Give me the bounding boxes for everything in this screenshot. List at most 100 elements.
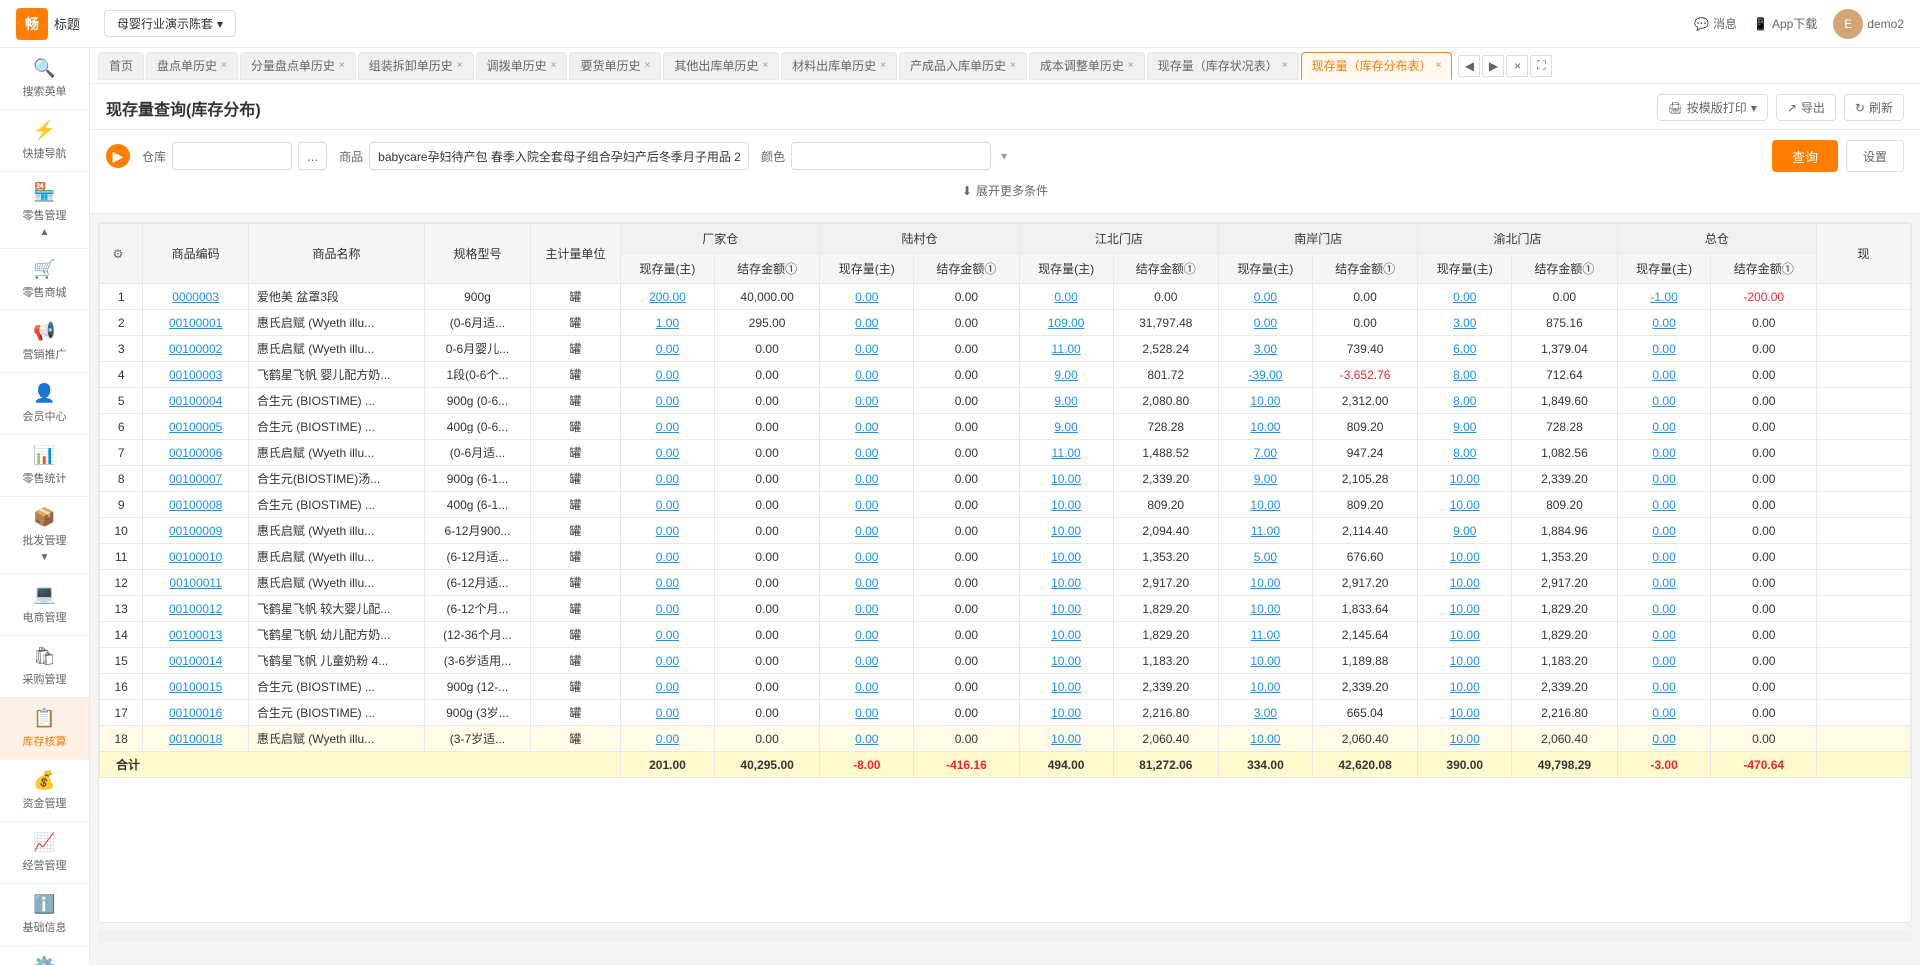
cell-jb-qty[interactable]: 0.00: [1019, 284, 1113, 310]
cell-yb-qty[interactable]: 10.00: [1418, 570, 1512, 596]
cell-code[interactable]: 00100012: [143, 596, 249, 622]
cell-na-qty[interactable]: 3.00: [1219, 700, 1313, 726]
sidebar-item-finance[interactable]: 💰 资金管理: [0, 760, 89, 822]
cell-yb-qty[interactable]: 0.00: [1418, 284, 1512, 310]
cell-na-qty[interactable]: 0.00: [1219, 310, 1313, 336]
settings-icon[interactable]: ⚙: [108, 244, 128, 264]
cell-code[interactable]: 00100005: [143, 414, 249, 440]
cell-yb-qty[interactable]: 9.00: [1418, 414, 1512, 440]
cell-total-qty[interactable]: 0.00: [1617, 648, 1711, 674]
cell-fj-qty[interactable]: 0.00: [621, 648, 715, 674]
cell-yb-qty[interactable]: 10.00: [1418, 674, 1512, 700]
refresh-btn[interactable]: ↻ 刷新: [1844, 94, 1904, 121]
goods-input[interactable]: [369, 142, 749, 170]
sidebar-item-ecom[interactable]: 💻 电商管理: [0, 574, 89, 636]
cell-total-qty[interactable]: 0.00: [1617, 362, 1711, 388]
sidebar-item-member[interactable]: 👤 会员中心: [0, 373, 89, 435]
cell-code[interactable]: 00100014: [143, 648, 249, 674]
cell-lc-qty[interactable]: 0.00: [820, 466, 914, 492]
store-selector[interactable]: 母婴行业演示陈套 ▾: [104, 10, 236, 37]
warehouse-browse-btn[interactable]: ...: [298, 142, 327, 170]
sidebar-item-system[interactable]: ⚙️ 系统管理: [0, 946, 89, 965]
cell-code[interactable]: 00100018: [143, 726, 249, 752]
tab-assemble[interactable]: 组装拆卸单历史 ×: [358, 52, 474, 80]
sidebar-item-basic[interactable]: ℹ️ 基础信息: [0, 884, 89, 946]
cell-jb-qty[interactable]: 9.00: [1019, 388, 1113, 414]
cell-yb-qty[interactable]: 10.00: [1418, 544, 1512, 570]
cell-na-qty[interactable]: -39.00: [1219, 362, 1313, 388]
sidebar-item-marketing[interactable]: 📢 营销推广: [0, 311, 89, 373]
cell-lc-qty[interactable]: 0.00: [820, 622, 914, 648]
sidebar-item-operation[interactable]: 📈 经营管理: [0, 822, 89, 884]
cell-jb-qty[interactable]: 9.00: [1019, 362, 1113, 388]
cell-fj-qty[interactable]: 0.00: [621, 336, 715, 362]
sidebar-item-nav[interactable]: ⚡ 快捷导航: [0, 110, 89, 172]
cell-lc-qty[interactable]: 0.00: [820, 518, 914, 544]
cell-lc-qty[interactable]: 0.00: [820, 544, 914, 570]
cell-na-qty[interactable]: 10.00: [1219, 596, 1313, 622]
cell-code[interactable]: 00100007: [143, 466, 249, 492]
cell-na-qty[interactable]: 10.00: [1219, 726, 1313, 752]
cell-yb-qty[interactable]: 8.00: [1418, 362, 1512, 388]
tab-material-out[interactable]: 材料出库单历史 ×: [781, 52, 897, 80]
cell-jb-qty[interactable]: 109.00: [1019, 310, 1113, 336]
cell-na-qty[interactable]: 10.00: [1219, 414, 1313, 440]
tab-close-icon[interactable]: ×: [1010, 60, 1016, 71]
cell-lc-qty[interactable]: 0.00: [820, 570, 914, 596]
cell-code[interactable]: 00100008: [143, 492, 249, 518]
cell-lc-qty[interactable]: 0.00: [820, 336, 914, 362]
cell-jb-qty[interactable]: 10.00: [1019, 596, 1113, 622]
cell-yb-qty[interactable]: 10.00: [1418, 466, 1512, 492]
cell-code[interactable]: 00100013: [143, 622, 249, 648]
cell-yb-qty[interactable]: 10.00: [1418, 492, 1512, 518]
settings-btn[interactable]: 设置: [1846, 140, 1904, 172]
cell-fj-qty[interactable]: 0.00: [621, 388, 715, 414]
cell-total-qty[interactable]: 0.00: [1617, 596, 1711, 622]
cell-code[interactable]: 00100004: [143, 388, 249, 414]
filter-expand-btn[interactable]: ▶: [106, 144, 130, 168]
tab-close-icon[interactable]: ×: [221, 60, 227, 71]
tab-close-icon[interactable]: ×: [551, 60, 557, 71]
cell-fj-qty[interactable]: 1.00: [621, 310, 715, 336]
cell-yb-qty[interactable]: 10.00: [1418, 726, 1512, 752]
cell-na-qty[interactable]: 11.00: [1219, 622, 1313, 648]
cell-na-qty[interactable]: 9.00: [1219, 466, 1313, 492]
cell-lc-qty[interactable]: 0.00: [820, 388, 914, 414]
user-area[interactable]: E demo2: [1833, 9, 1904, 39]
cell-code[interactable]: 00100015: [143, 674, 249, 700]
cell-fj-qty[interactable]: 0.00: [621, 726, 715, 752]
tab-close-icon[interactable]: ×: [457, 60, 463, 71]
cell-na-qty[interactable]: 10.00: [1219, 388, 1313, 414]
cell-jb-qty[interactable]: 11.00: [1019, 440, 1113, 466]
cell-na-qty[interactable]: 10.00: [1219, 570, 1313, 596]
table-scrollbar[interactable]: [98, 931, 1912, 943]
cell-lc-qty[interactable]: 0.00: [820, 310, 914, 336]
tab-other-out[interactable]: 其他出库单历史 ×: [663, 52, 779, 80]
cell-fj-qty[interactable]: 0.00: [621, 492, 715, 518]
cell-total-qty[interactable]: 0.00: [1617, 518, 1711, 544]
cell-lc-qty[interactable]: 0.00: [820, 440, 914, 466]
tab-order[interactable]: 要货单历史 ×: [569, 52, 661, 80]
table-container[interactable]: ⚙ 商品编码 商品名称 规格型号 主计量单位 厂家仓 陆村仓 江北门店 南岸门店…: [98, 222, 1912, 923]
cell-code[interactable]: 00100010: [143, 544, 249, 570]
cell-total-qty[interactable]: 0.00: [1617, 388, 1711, 414]
cell-yb-qty[interactable]: 9.00: [1418, 518, 1512, 544]
tab-product-in[interactable]: 产成品入库单历史 ×: [899, 52, 1027, 80]
cell-na-qty[interactable]: 10.00: [1219, 648, 1313, 674]
cell-fj-qty[interactable]: 0.00: [621, 570, 715, 596]
cell-lc-qty[interactable]: 0.00: [820, 596, 914, 622]
cell-yb-qty[interactable]: 10.00: [1418, 622, 1512, 648]
cell-total-qty[interactable]: 0.00: [1617, 726, 1711, 752]
cell-code[interactable]: 00100006: [143, 440, 249, 466]
cell-fj-qty[interactable]: 0.00: [621, 440, 715, 466]
cell-code[interactable]: 00100003: [143, 362, 249, 388]
cell-fj-qty[interactable]: 0.00: [621, 700, 715, 726]
cell-na-qty[interactable]: 0.00: [1219, 284, 1313, 310]
cell-yb-qty[interactable]: 10.00: [1418, 648, 1512, 674]
cell-yb-qty[interactable]: 6.00: [1418, 336, 1512, 362]
cell-na-qty[interactable]: 10.00: [1219, 492, 1313, 518]
sidebar-item-search[interactable]: 🔍 搜索英单: [0, 48, 89, 110]
tab-cost-adj[interactable]: 成本调整单历史 ×: [1029, 52, 1145, 80]
cell-lc-qty[interactable]: 0.00: [820, 362, 914, 388]
cell-yb-qty[interactable]: 8.00: [1418, 440, 1512, 466]
